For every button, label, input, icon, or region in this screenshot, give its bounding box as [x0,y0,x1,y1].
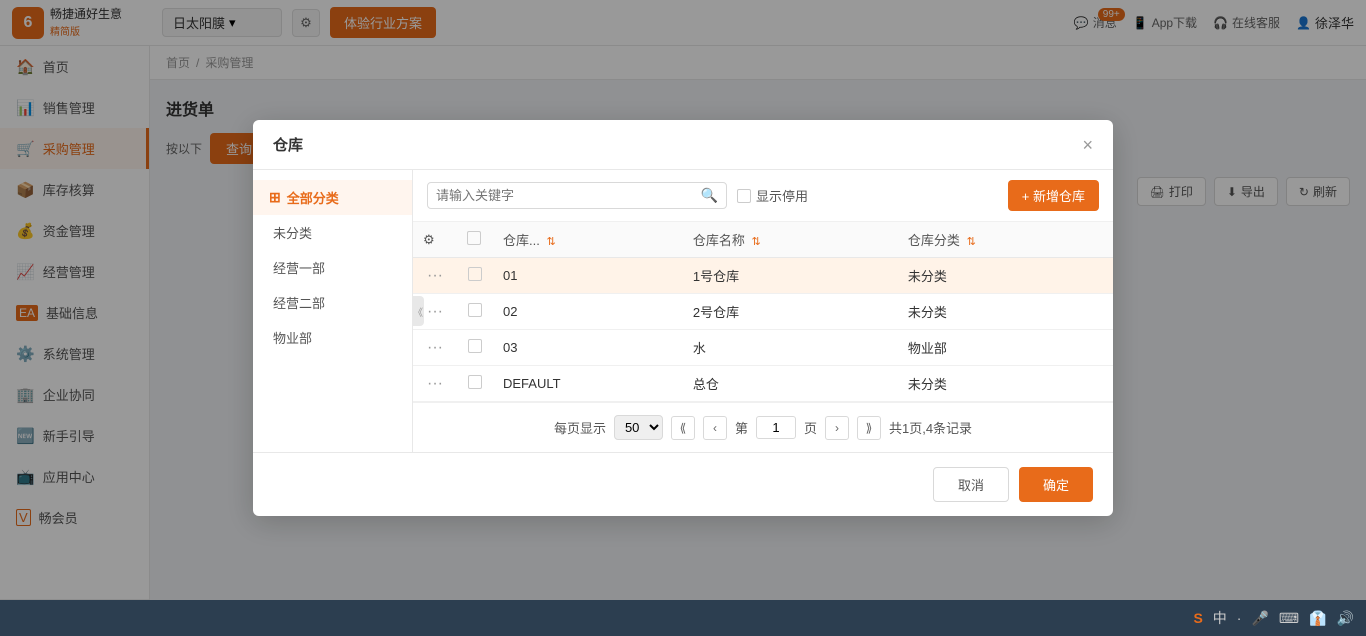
collapse-icon: 《 [413,304,423,319]
per-page-select[interactable]: 50 [614,415,663,440]
row-name: 1号仓库 [683,258,898,294]
sort-icon-category[interactable]: ⇅ [967,236,976,248]
show-disabled-checkbox[interactable] [737,189,751,203]
search-input-wrap: 🔍 [427,182,727,209]
table-row[interactable]: ··· 03 水 物业部 [413,330,1113,366]
row-checkbox[interactable] [468,339,482,353]
bottom-bar: S 中 · 🎤 ⌨ 👔 🔊 [0,600,1366,636]
modal-footer: 取消 确定 [253,452,1113,516]
table-toolbar: 🔍 显示停用 + 新增仓库 [413,170,1113,222]
modal-header: 仓库 × [253,120,1113,170]
show-disabled-text: 显示停用 [756,186,808,205]
table-row[interactable]: ··· 02 2号仓库 未分类 [413,294,1113,330]
modal-body: 《 ⊞ 全部分类 未分类 经营一部 经营二部 物业部 🔍 [253,170,1113,452]
bottom-icon-s: S [1193,610,1202,626]
row-code: 03 [493,330,683,366]
search-icon[interactable]: 🔍 [701,187,718,204]
confirm-button[interactable]: 确定 [1019,467,1093,502]
row-name: 水 [683,330,898,366]
row-checkbox[interactable] [468,375,482,389]
page-last-button[interactable]: ⟫ [857,416,881,440]
row-checkbox-cell [457,258,493,294]
th-code: 仓库... ⇅ [493,222,683,258]
warehouse-table: ⚙ 仓库... ⇅ 仓库名称 [413,222,1113,402]
warehouse-modal: 仓库 × 《 ⊞ 全部分类 未分类 经营一部 经营二部 物业部 [253,120,1113,516]
page-total-label: 共1页,4条记录 [889,418,972,437]
sort-icon-name[interactable]: ⇅ [752,236,761,248]
collapse-button[interactable]: 《 [412,296,424,326]
search-input[interactable] [436,188,701,203]
table-scroll-area: ⚙ 仓库... ⇅ 仓库名称 [413,222,1113,402]
bottom-icon-shirt: 👔 [1309,610,1326,627]
modal-title: 仓库 [273,134,303,155]
table-row[interactable]: ··· 01 1号仓库 未分类 [413,258,1113,294]
pagination-bar: 每页显示 50 ⟪ ‹ 第 页 › ⟫ 共1页,4条记录 [413,402,1113,452]
table-body: ··· 01 1号仓库 未分类 ··· 02 2号仓库 未分类 ··· 03 水… [413,258,1113,402]
bottom-icon-zh: 中 [1213,608,1227,628]
bottom-icon-mic: 🎤 [1251,610,1268,627]
page-suffix-label: 页 [804,418,817,437]
row-name: 总仓 [683,366,898,402]
th-name-label: 仓库名称 [693,233,745,248]
row-name: 2号仓库 [683,294,898,330]
category-item-property[interactable]: 物业部 [253,320,412,355]
cancel-button[interactable]: 取消 [933,467,1009,502]
row-category: 未分类 [898,366,1113,402]
category-item-unclassified[interactable]: 未分类 [253,215,412,250]
new-warehouse-button[interactable]: + 新增仓库 [1008,180,1099,211]
row-category: 未分类 [898,294,1113,330]
row-code: DEFAULT [493,366,683,402]
row-checkbox-cell [457,366,493,402]
table-panel: 🔍 显示停用 + 新增仓库 ⚙ [413,170,1113,452]
bottom-icon-keyboard: ⌨ [1279,610,1299,627]
page-prev-button[interactable]: ‹ [703,416,727,440]
th-settings: ⚙ [413,222,457,258]
row-checkbox-cell [457,330,493,366]
sort-icon-code[interactable]: ⇅ [546,236,555,248]
row-checkbox[interactable] [468,303,482,317]
th-name: 仓库名称 ⇅ [683,222,898,258]
gear-icon: ⚙ [423,232,435,247]
modal-overlay: 仓库 × 《 ⊞ 全部分类 未分类 经营一部 经营二部 物业部 [0,0,1366,636]
table-row[interactable]: ··· DEFAULT 总仓 未分类 [413,366,1113,402]
th-check [457,222,493,258]
page-next-button[interactable]: › [825,416,849,440]
grid-icon: ⊞ [269,189,281,206]
per-page-label: 每页显示 [554,418,606,437]
row-category: 物业部 [898,330,1113,366]
th-category-label: 仓库分类 [908,233,960,248]
bottom-icon-dot: · [1237,610,1242,626]
category-panel: 《 ⊞ 全部分类 未分类 经营一部 经营二部 物业部 [253,170,413,452]
row-code: 01 [493,258,683,294]
modal-close-button[interactable]: × [1082,136,1093,154]
category-item-ops2[interactable]: 经营二部 [253,285,412,320]
row-more[interactable]: ··· [413,366,457,402]
row-checkbox-cell [457,294,493,330]
row-code: 02 [493,294,683,330]
bottom-icon-volume: 🔊 [1337,610,1354,627]
show-disabled-label[interactable]: 显示停用 [737,186,808,205]
category-header[interactable]: ⊞ 全部分类 [253,180,412,215]
row-more[interactable]: ··· [413,258,457,294]
page-prefix-label: 第 [735,418,748,437]
category-item-ops1[interactable]: 经营一部 [253,250,412,285]
select-all-checkbox[interactable] [467,231,481,245]
th-code-label: 仓库... [503,233,540,248]
th-category: 仓库分类 ⇅ [898,222,1113,258]
row-more[interactable]: ··· [413,330,457,366]
category-all-label: 全部分类 [287,188,339,207]
table-header-row: ⚙ 仓库... ⇅ 仓库名称 [413,222,1113,258]
page-number-input[interactable] [756,416,796,439]
page-first-button[interactable]: ⟪ [671,416,695,440]
row-checkbox[interactable] [468,267,482,281]
row-category: 未分类 [898,258,1113,294]
